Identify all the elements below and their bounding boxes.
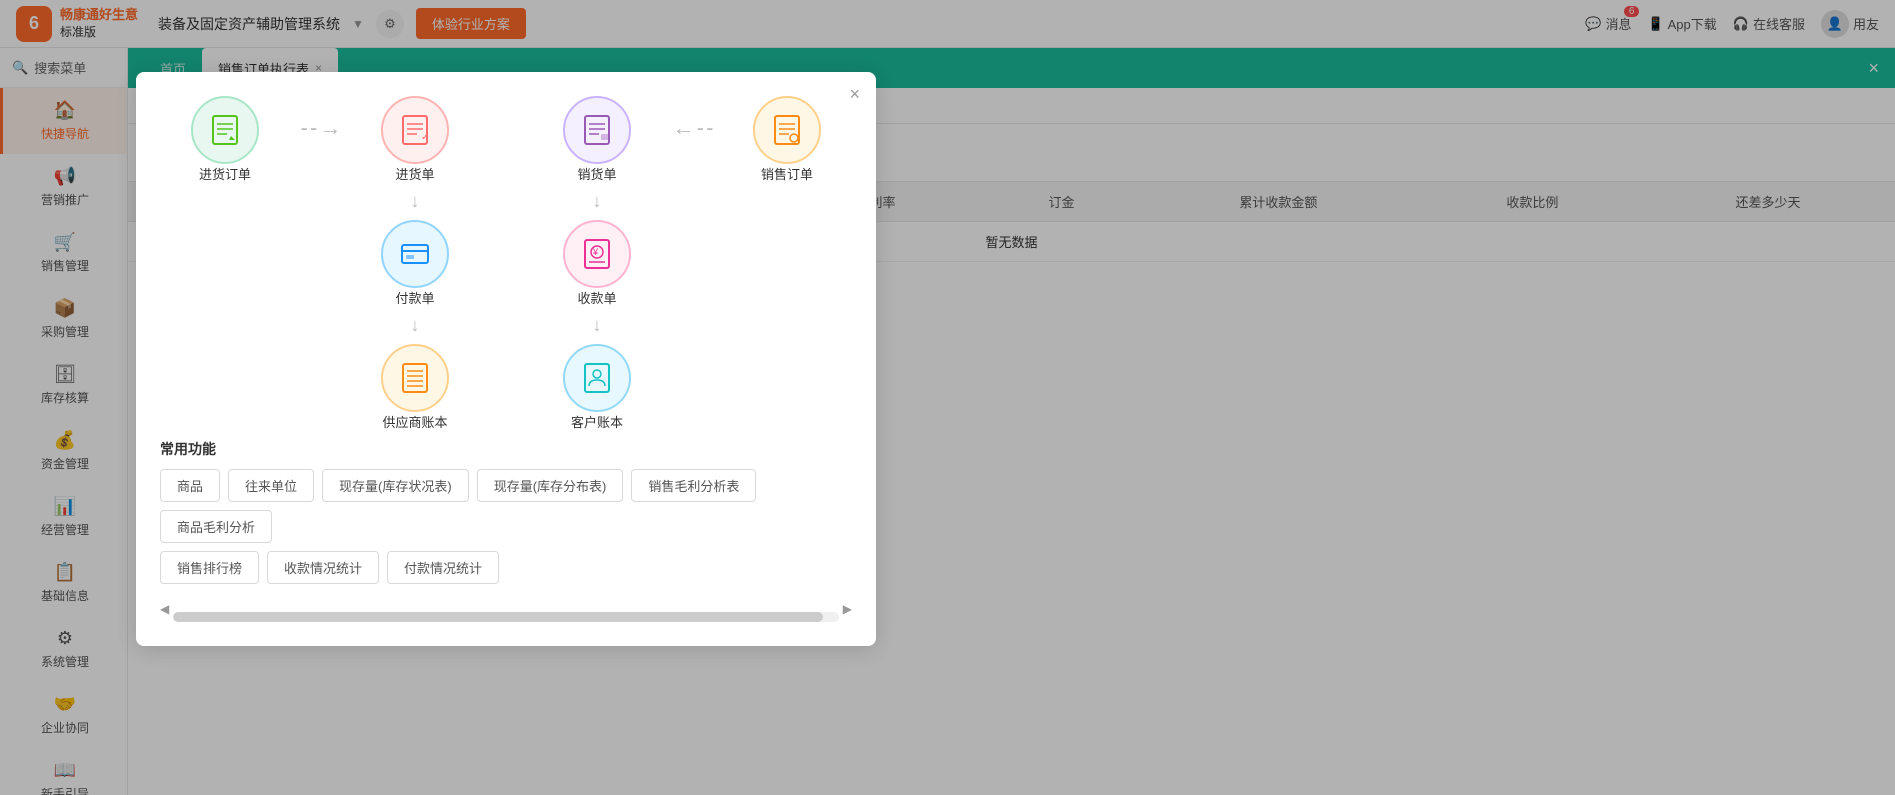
func-buttons-row-2: 销售排行榜 收款情况统计 付款情况统计 <box>160 551 852 584</box>
flow-node-customer-ledger[interactable]: 客户账本 <box>532 344 662 431</box>
modal-scroll-thumb <box>173 612 823 622</box>
payment-circle[interactable] <box>381 220 449 288</box>
quick-nav-modal: × 进货订单 - - → ✓ 进货单 <box>136 72 876 646</box>
flow-node-payment[interactable]: 付款单 <box>350 220 480 307</box>
purchase-bill-circle[interactable]: ✓ <box>381 96 449 164</box>
sales-order-circle[interactable] <box>753 96 821 164</box>
customer-ledger-circle[interactable] <box>563 344 631 412</box>
arrow-sales-order-to-bill: ← - - <box>662 115 722 165</box>
arrow-purchase-order-to-bill: - - → <box>290 115 350 165</box>
sales-order-label: 销售订单 <box>761 164 813 183</box>
receipt-circle[interactable]: ¥ <box>563 220 631 288</box>
flow-node-receipt[interactable]: ¥ 收款单 <box>532 220 662 307</box>
scroll-right-arrow[interactable]: ▶ <box>843 602 852 616</box>
flow-row-1: 进货订单 - - → ✓ 进货单 销货单 <box>160 96 852 183</box>
purchase-order-circle[interactable] <box>191 96 259 164</box>
customer-ledger-label: 客户账本 <box>571 412 623 431</box>
sales-bill-label: 销货单 <box>577 164 616 183</box>
flow-node-purchase-order[interactable]: 进货订单 <box>160 96 290 183</box>
modal-close-button[interactable]: × <box>849 84 860 105</box>
func-btn-stock-dist[interactable]: 现存量(库存分布表) <box>477 469 624 502</box>
common-func-title: 常用功能 <box>160 439 852 459</box>
svg-text:¥: ¥ <box>592 247 599 257</box>
func-btn-sales-profit[interactable]: 销售毛利分析表 <box>631 469 756 502</box>
flow-node-supplier-ledger[interactable]: 供应商账本 <box>350 344 480 431</box>
func-btn-contacts[interactable]: 往来单位 <box>228 469 314 502</box>
purchase-bill-label: 进货单 <box>395 164 434 183</box>
flow-node-purchase-bill[interactable]: ✓ 进货单 <box>350 96 480 183</box>
sales-bill-circle[interactable] <box>563 96 631 164</box>
supplier-ledger-circle[interactable] <box>381 344 449 412</box>
scroll-left-arrow[interactable]: ◀ <box>160 602 169 616</box>
flow-row-3: 供应商账本 客户账本 <box>160 344 852 431</box>
func-btn-sales-rank[interactable]: 销售排行榜 <box>160 551 259 584</box>
flow-node-sales-bill[interactable]: 销货单 <box>532 96 662 183</box>
supplier-ledger-label: 供应商账本 <box>382 412 447 431</box>
common-functions: 常用功能 商品 往来单位 现存量(库存状况表) 现存量(库存分布表) 销售毛利分… <box>160 439 852 584</box>
arrow-down-purchase: ↓ <box>350 191 480 212</box>
func-btn-goods[interactable]: 商品 <box>160 469 220 502</box>
flow-row-arrows-2: ↓ ↓ <box>160 315 852 336</box>
flow-row-arrows: ↓ ↓ <box>160 191 852 212</box>
arrow-down-receipt: ↓ <box>532 315 662 336</box>
arrow-down-payment: ↓ <box>350 315 480 336</box>
modal-scrollbar-area: ◀ ▶ <box>160 596 852 622</box>
modal-scrollbar[interactable] <box>173 612 839 622</box>
purchase-order-label: 进货订单 <box>199 164 251 183</box>
func-btn-stock-status[interactable]: 现存量(库存状况表) <box>322 469 469 502</box>
func-btn-goods-profit[interactable]: 商品毛利分析 <box>160 510 272 543</box>
arrow-down-sales: ↓ <box>532 191 662 212</box>
payment-label: 付款单 <box>395 288 434 307</box>
flow-chart: 进货订单 - - → ✓ 进货单 销货单 <box>160 96 852 431</box>
func-btn-payment-stats[interactable]: 付款情况统计 <box>387 551 499 584</box>
func-buttons-row-1: 商品 往来单位 现存量(库存状况表) 现存量(库存分布表) 销售毛利分析表 商品… <box>160 469 852 543</box>
svg-text:✓: ✓ <box>421 132 429 143</box>
flow-node-sales-order[interactable]: 销售订单 <box>722 96 852 183</box>
flow-row-2: 付款单 ¥ 收款单 <box>160 220 852 307</box>
receipt-label: 收款单 <box>577 288 616 307</box>
func-btn-receipt-stats[interactable]: 收款情况统计 <box>267 551 379 584</box>
